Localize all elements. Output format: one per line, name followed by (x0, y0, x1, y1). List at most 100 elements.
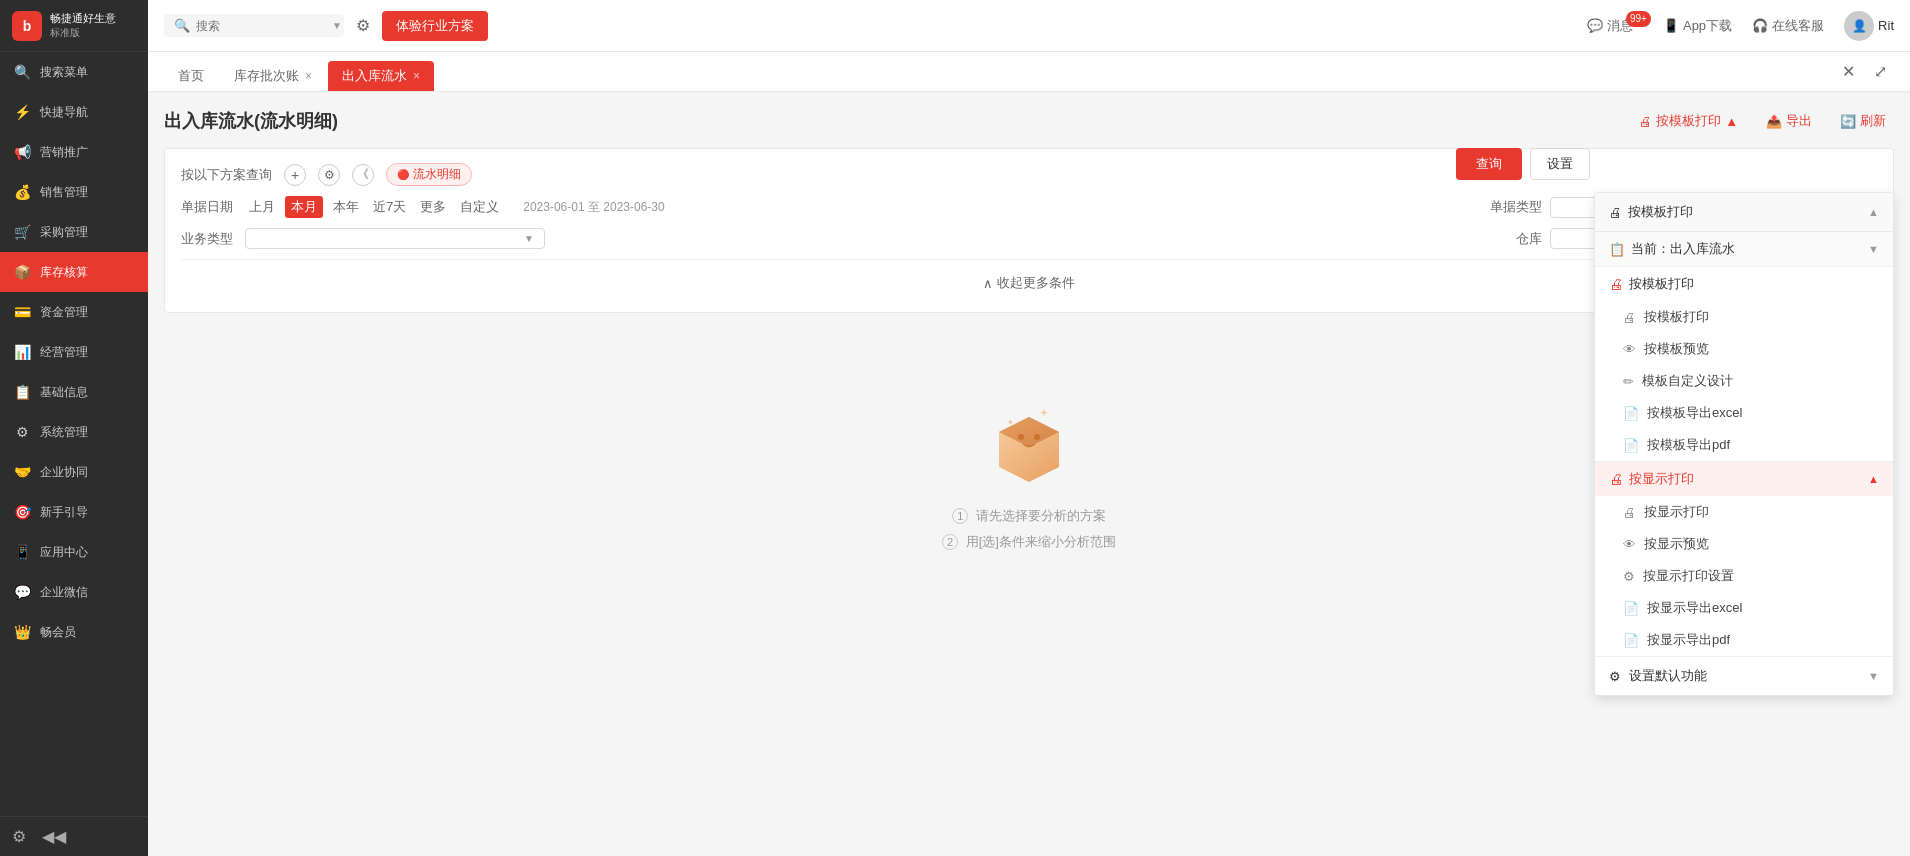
collapse-sidebar-icon[interactable]: ◀◀ (42, 827, 66, 846)
sidebar-item-guide[interactable]: 🎯 新手引导 (0, 492, 148, 532)
display-section-collapse-icon[interactable]: ▲ (1868, 473, 1879, 485)
header-gear-icon[interactable]: ⚙ (356, 16, 370, 35)
tab-expand-icon[interactable]: ⤢ (1866, 57, 1894, 85)
guide-icon: 🎯 (12, 502, 32, 522)
tab-batch-account-close-icon[interactable]: × (305, 69, 312, 83)
sidebar-item-basic[interactable]: 📋 基础信息 (0, 372, 148, 412)
sidebar-item-inventory[interactable]: 📦 库存核算 (0, 252, 148, 292)
tabbar-right-actions: ✕ ⤢ (1834, 57, 1894, 91)
search-menu-icon: 🔍 (12, 62, 32, 82)
query-button[interactable]: 查询 (1456, 148, 1522, 180)
sidebar-item-app-center[interactable]: 📱 应用中心 (0, 532, 148, 572)
dropdown-header-collapse-icon[interactable]: ▲ (1868, 206, 1879, 218)
display-print-item[interactable]: 🖨 按显示打印 (1595, 496, 1893, 528)
user-avatar: 👤 (1844, 11, 1874, 41)
username-label: Rit (1878, 18, 1894, 33)
template-print-item[interactable]: 🖨 按模板打印 (1595, 301, 1893, 333)
industry-solution-button[interactable]: 体验行业方案 (382, 11, 488, 41)
print-template-label: 按模板打印 (1656, 112, 1721, 130)
headset-icon: 🎧 (1752, 18, 1768, 33)
tab-batch-account-label: 库存批次账 (234, 67, 299, 85)
collapse-label: 收起更多条件 (997, 274, 1075, 292)
filter-settings-button[interactable]: ⚙ (318, 164, 340, 186)
date-option-last-7[interactable]: 近7天 (369, 196, 410, 218)
dropdown-footer-settings[interactable]: ⚙ 设置默认功能 ▼ (1595, 657, 1893, 695)
header-search-input[interactable] (196, 19, 326, 33)
date-option-last-month[interactable]: 上月 (245, 196, 279, 218)
date-option-custom[interactable]: 自定义 (456, 196, 503, 218)
business-type-select[interactable]: ▼ (245, 228, 545, 249)
inventory-icon: 📦 (12, 262, 32, 282)
header-search-box[interactable]: 🔍 ▼ (164, 14, 344, 37)
display-print-settings-label: 按显示打印设置 (1643, 567, 1734, 585)
display-settings-icon: ⚙ (1623, 569, 1635, 584)
tab-flow-detail[interactable]: 出入库流水 × (328, 61, 434, 91)
filter-top-row: 按以下方案查询 + ⚙ 《 🔴 流水明细 (181, 163, 1877, 186)
sidebar-item-quick-nav[interactable]: ⚡ 快捷导航 (0, 92, 148, 132)
date-option-this-year[interactable]: 本年 (329, 196, 363, 218)
svg-text:✦: ✦ (1039, 406, 1049, 420)
tab-flow-detail-close-icon[interactable]: × (413, 69, 420, 83)
sidebar-label-marketing: 营销推广 (40, 144, 88, 161)
display-preview-item[interactable]: 👁 按显示预览 (1595, 528, 1893, 560)
tab-close-all-icon[interactable]: ✕ (1834, 57, 1862, 85)
template-preview-item[interactable]: 👁 按模板预览 (1595, 333, 1893, 365)
template-print-item-icon: 🖨 (1623, 310, 1636, 325)
print-template-button[interactable]: 🖨 按模板打印 ▲ (1631, 108, 1746, 134)
sidebar-item-search[interactable]: 🔍 搜索菜单 (0, 52, 148, 92)
template-custom-item[interactable]: ✏ 模板自定义设计 (1595, 365, 1893, 397)
export-button[interactable]: 📤 导出 (1758, 108, 1820, 134)
print-dropdown-panel: 🖨 按模板打印 ▲ 📋 当前：出入库流水 ▼ 🖨 按模板打印 (1594, 192, 1894, 696)
sidebar-item-membership[interactable]: 👑 畅会员 (0, 612, 148, 652)
filter-active-tag[interactable]: 🔴 流水明细 (386, 163, 472, 186)
template-export-excel-item[interactable]: 📄 按模板导出excel (1595, 397, 1893, 429)
app-download-label: App下载 (1683, 17, 1732, 35)
user-avatar-area[interactable]: 👤 Rit (1844, 11, 1894, 41)
sidebar-item-sales[interactable]: 💰 销售管理 (0, 172, 148, 212)
empty-hint-1: 1 请先选择要分析的方案 (952, 503, 1106, 529)
template-print-section-header[interactable]: 🖨 按模板打印 (1595, 267, 1893, 301)
search-chevron-icon: ▼ (332, 20, 342, 31)
current-row-arrow-icon[interactable]: ▼ (1868, 243, 1879, 255)
template-print-section-icon: 🖨 (1609, 276, 1623, 292)
display-print-section-header[interactable]: 🖨 按显示打印 ▲ (1595, 462, 1893, 496)
display-export-excel-item[interactable]: 📄 按显示导出excel (1595, 592, 1893, 624)
message-btn[interactable]: 💬 消息 99+ (1587, 17, 1643, 35)
sidebar-item-purchase[interactable]: 🛒 采购管理 (0, 212, 148, 252)
tab-batch-account[interactable]: 库存批次账 × (220, 61, 326, 91)
display-print-settings-item[interactable]: ⚙ 按显示打印设置 (1595, 560, 1893, 592)
template-custom-icon: ✏ (1623, 374, 1634, 389)
sidebar-item-enterprise[interactable]: 🤝 企业协同 (0, 452, 148, 492)
dropdown-header[interactable]: 🖨 按模板打印 ▲ (1595, 193, 1893, 232)
sidebar-item-operations[interactable]: 📊 经营管理 (0, 332, 148, 372)
business-select-arrow-icon: ▼ (524, 233, 534, 244)
display-export-pdf-label: 按显示导出pdf (1647, 631, 1730, 649)
online-service-btn[interactable]: 🎧 在线客服 (1752, 17, 1824, 35)
svg-text:✦: ✦ (1007, 418, 1014, 427)
empty-state-icon: ✦ ✦ (979, 387, 1079, 487)
app-name: 畅捷通好生意 (50, 11, 116, 25)
tab-home[interactable]: 首页 (164, 61, 218, 91)
refresh-button[interactable]: 🔄 刷新 (1832, 108, 1894, 134)
settings-button[interactable]: 设置 (1530, 148, 1590, 180)
display-export-pdf-item[interactable]: 📄 按显示导出pdf (1595, 624, 1893, 656)
sidebar-item-wechat[interactable]: 💬 企业微信 (0, 572, 148, 612)
app-download-btn[interactable]: 📱 App下载 (1663, 17, 1732, 35)
template-export-pdf-item[interactable]: 📄 按模板导出pdf (1595, 429, 1893, 461)
sidebar-label-app-center: 应用中心 (40, 544, 88, 561)
date-option-this-month[interactable]: 本月 (285, 196, 323, 218)
settings-bottom-icon[interactable]: ⚙ (12, 827, 26, 846)
display-preview-label: 按显示预览 (1644, 535, 1709, 553)
current-label: 当前：出入库流水 (1631, 240, 1735, 258)
display-print-section-label: 按显示打印 (1629, 470, 1694, 488)
filter-collapse-button[interactable]: 《 (352, 164, 374, 186)
sidebar-label-operations: 经营管理 (40, 344, 88, 361)
sidebar-item-marketing[interactable]: 📢 营销推广 (0, 132, 148, 172)
date-option-more[interactable]: 更多 (416, 196, 450, 218)
sidebar-item-finance[interactable]: 💳 资金管理 (0, 292, 148, 332)
sidebar-label-search: 搜索菜单 (40, 64, 88, 81)
chevron-up-icon: ∧ (983, 276, 993, 291)
filter-add-button[interactable]: + (284, 164, 306, 186)
sidebar-item-system[interactable]: ⚙ 系统管理 (0, 412, 148, 452)
sidebar-scroll: 🔍 搜索菜单 ⚡ 快捷导航 📢 营销推广 💰 销售管理 🛒 采购管理 📦 库存核… (0, 52, 148, 816)
